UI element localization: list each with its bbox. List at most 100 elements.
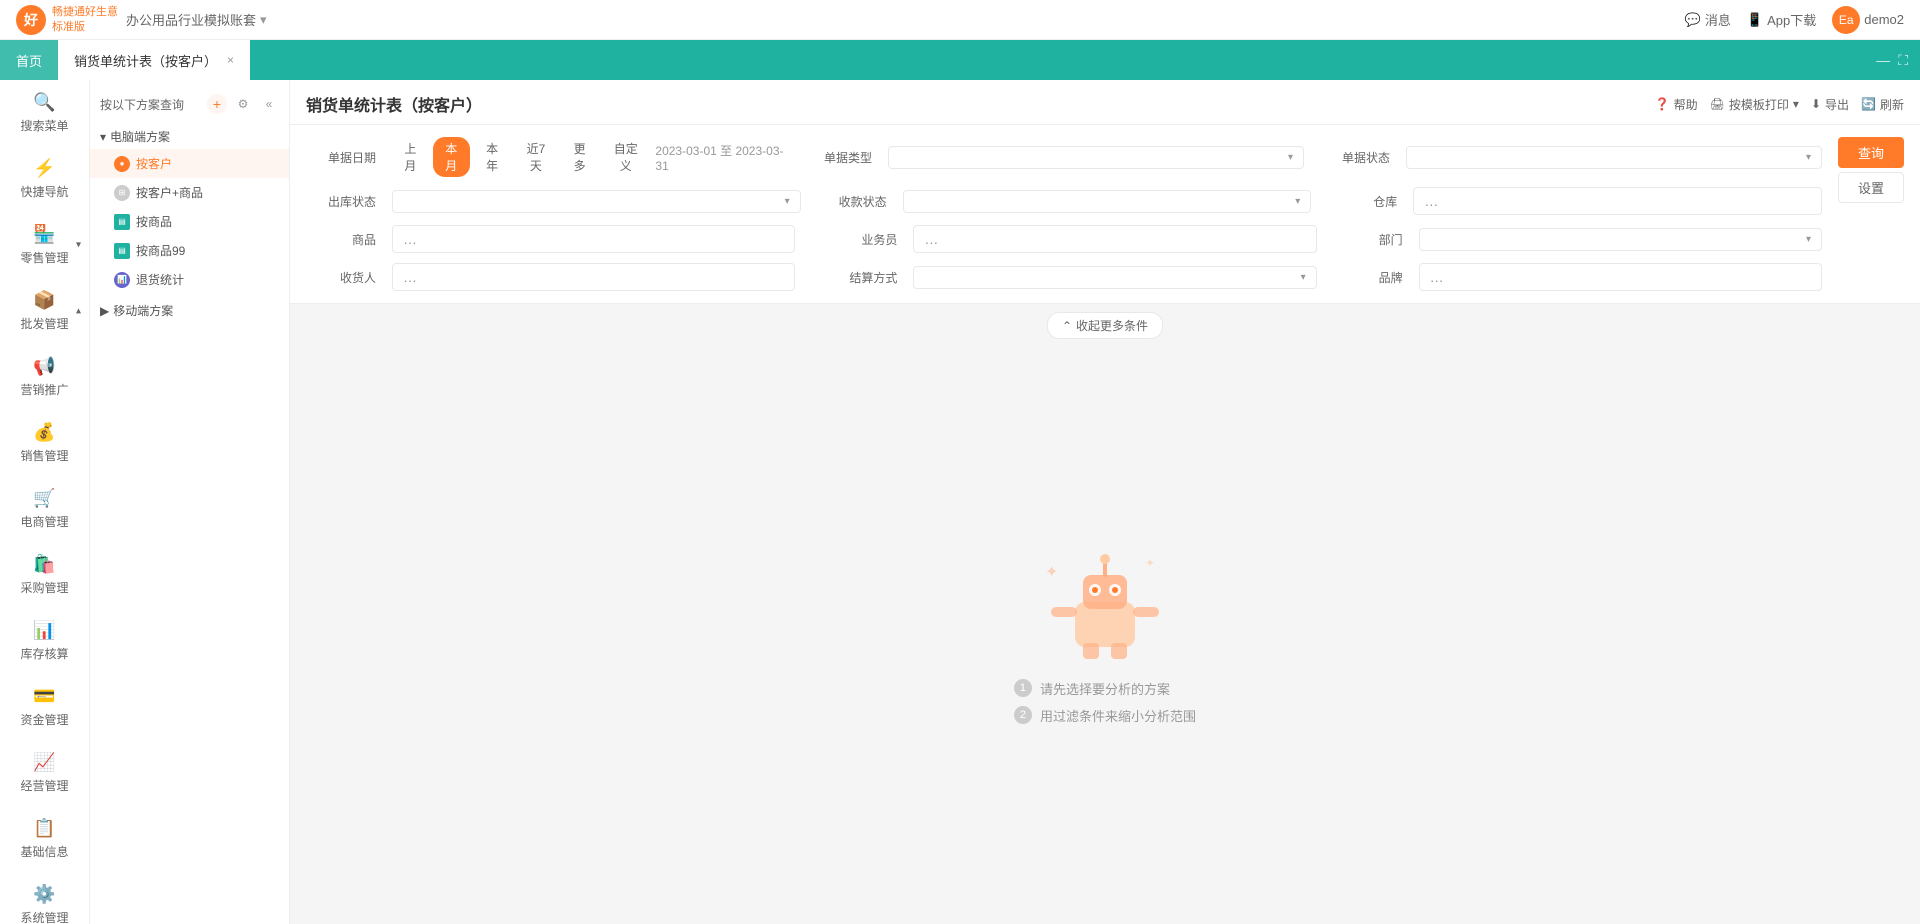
sidebar-item-label: 资金管理 — [20, 711, 68, 728]
message-btn[interactable]: 💬 消息 — [1685, 10, 1731, 29]
tab-window-controls: — ⛶ — [1864, 52, 1920, 69]
chevron-down-icon: ▾ — [1295, 196, 1300, 207]
scheme-item-icon-product99: ▤ — [114, 243, 130, 259]
sidebar-item-marketing[interactable]: 📢 营销推广 — [0, 344, 89, 410]
scheme-header-title: 按以下方案查询 — [100, 96, 184, 113]
dropdown-arrow-icon[interactable]: ▾ — [260, 12, 267, 28]
refresh-btn[interactable]: 🔄 刷新 — [1861, 96, 1904, 113]
warehouse-label: 仓库 — [1327, 193, 1397, 210]
sidebar-item-label: 基础信息 — [20, 843, 68, 860]
chevron-down-icon: ▾ — [1806, 234, 1811, 245]
empty-hint-1: 1 请先选择要分析的方案 — [1014, 679, 1196, 698]
help-icon: ❓ — [1655, 97, 1670, 111]
inventory-icon: 📊 — [33, 620, 55, 641]
scheme-header: 按以下方案查询 + ⚙ « — [90, 88, 289, 120]
sidebar-item-finance[interactable]: 💳 资金管理 — [0, 674, 89, 740]
export-btn[interactable]: ⬇ 导出 — [1811, 96, 1849, 113]
scheme-collapse-icon[interactable]: « — [259, 94, 279, 114]
empty-hint-2: 2 用过滤条件来缩小分析范围 — [1014, 706, 1196, 725]
filter-row-1: 单据日期 上月 本月 本年 近7天 更多 自定义 20 — [306, 137, 1822, 177]
topbar-left: 好 畅捷通好生意 标准版 办公用品行业模拟账套 ▾ — [16, 5, 267, 35]
robot-svg: ✦ ✦ — [1045, 547, 1165, 667]
consignee-select[interactable]: … — [392, 263, 795, 291]
svg-text:✦: ✦ — [1045, 564, 1058, 581]
scheme-item-by-customer[interactable]: ● 按客户 — [90, 149, 289, 178]
warehouse-select[interactable]: … — [1413, 187, 1822, 215]
scheme-group-pc[interactable]: ▾ 电脑端方案 — [90, 124, 289, 149]
dept-label: 部门 — [1333, 231, 1403, 248]
collapse-button[interactable]: ⌃ 收起更多条件 — [1047, 312, 1163, 339]
user-profile[interactable]: Ea demo2 — [1832, 6, 1904, 34]
scheme-header-icons: + ⚙ « — [207, 94, 279, 114]
svg-text:✦: ✦ — [1145, 556, 1155, 570]
sidebar-item-inventory[interactable]: 📊 库存核算 — [0, 608, 89, 674]
sidebar-item-label: 采购管理 — [20, 579, 68, 596]
tab-close-icon[interactable]: × — [227, 53, 234, 67]
scheme-item-icon-customer: ● — [114, 156, 130, 172]
panel-actions: ❓ 帮助 🖨 按模板打印 ▾ ⬇ 导出 🔄 刷新 — [1655, 96, 1904, 113]
maximize-icon[interactable]: ⛶ — [1898, 52, 1908, 69]
scheme-group-arrow-mobile: ▶ — [100, 304, 109, 318]
sidebar-item-wholesale[interactable]: 📦 批发管理 ▴ — [0, 278, 89, 344]
date-btn-this-year[interactable]: 本年 — [474, 137, 511, 177]
sidebar-item-system[interactable]: ⚙️ 系统管理 — [0, 872, 89, 924]
date-btn-this-month[interactable]: 本月 — [433, 137, 470, 177]
scheme-item-by-product[interactable]: ▤ 按商品 — [90, 207, 289, 236]
scheme-settings-icon[interactable]: ⚙ — [233, 94, 253, 114]
tab-home[interactable]: 首页 — [0, 40, 58, 80]
topbar-right: 💬 消息 📱 App下载 Ea demo2 — [1685, 6, 1904, 34]
receipt-status-select[interactable]: ▾ — [903, 190, 1312, 213]
sidebar-item-basic[interactable]: 📋 基础信息 — [0, 806, 89, 872]
action-buttons: 查询 设置 — [1838, 137, 1904, 203]
empty-illustration: ✦ ✦ — [1045, 547, 1165, 667]
empty-hints: 1 请先选择要分析的方案 2 用过滤条件来缩小分析范围 — [1014, 679, 1196, 725]
sidebar-item-ecommerce[interactable]: 🛒 电商管理 — [0, 476, 89, 542]
out-status-select[interactable]: ▾ — [392, 190, 801, 213]
scheme-add-icon[interactable]: + — [207, 94, 227, 114]
dept-select[interactable]: ▾ — [1419, 228, 1822, 251]
product-label: 商品 — [306, 231, 376, 248]
main-panel: 销货单统计表（按客户） ❓ 帮助 🖨 按模板打印 ▾ ⬇ 导出 — [290, 80, 1920, 924]
tab-sales-stats[interactable]: 销货单统计表（按客户） × — [58, 40, 250, 80]
date-btn-last-month[interactable]: 上月 — [392, 137, 429, 177]
date-btn-custom[interactable]: 自定义 — [602, 137, 649, 177]
help-btn[interactable]: ❓ 帮助 — [1655, 96, 1698, 113]
doc-status-select[interactable]: ▾ — [1406, 146, 1822, 169]
salesperson-select[interactable]: … — [913, 225, 1316, 253]
settings-button[interactable]: 设置 — [1838, 172, 1904, 203]
sidebar-item-retail[interactable]: 🏪 零售管理 ▾ — [0, 212, 89, 278]
sidebar-item-operation[interactable]: 📈 经营管理 — [0, 740, 89, 806]
scheme-group-arrow: ▾ — [100, 130, 106, 144]
scheme-item-return-stats[interactable]: 📊 退货统计 — [90, 265, 289, 294]
avatar: Ea — [1832, 6, 1860, 34]
salesperson-label: 业务员 — [827, 231, 897, 248]
date-btn-7days[interactable]: 近7天 — [515, 137, 558, 177]
scheme-item-icon-cp: ⊞ — [114, 185, 130, 201]
template-print-btn[interactable]: 🖨 按模板打印 ▾ — [1710, 96, 1799, 113]
scheme-group-mobile[interactable]: ▶ 移动端方案 — [90, 298, 289, 323]
page-title: 销货单统计表（按客户） — [306, 92, 482, 116]
sidebar-item-quick-nav[interactable]: ⚡ 快捷导航 — [0, 146, 89, 212]
brand-select[interactable]: … — [1419, 263, 1822, 291]
payment-select[interactable]: ▾ — [913, 266, 1316, 289]
arrow-icon: ▴ — [76, 306, 81, 317]
sidebar-item-label: 经营管理 — [20, 777, 68, 794]
app-download-btn[interactable]: 📱 App下载 — [1747, 10, 1816, 29]
operation-icon: 📈 — [33, 752, 55, 773]
doc-status-label: 单据状态 — [1320, 149, 1390, 166]
scheme-item-by-product-99[interactable]: ▤ 按商品99 — [90, 236, 289, 265]
product-select[interactable]: … — [392, 225, 795, 253]
scheme-item-icon-return: 📊 — [114, 272, 130, 288]
doc-type-select[interactable]: ▾ — [888, 146, 1304, 169]
filter-row-4: 收货人 … 结算方式 ▾ 品牌 … — [306, 263, 1822, 291]
query-button[interactable]: 查询 — [1838, 137, 1904, 168]
scheme-item-by-customer-product[interactable]: ⊞ 按客户+商品 — [90, 178, 289, 207]
message-icon: 💬 — [1685, 12, 1701, 28]
sidebar-item-sales[interactable]: 💰 销售管理 — [0, 410, 89, 476]
doc-type-label: 单据类型 — [802, 149, 872, 166]
minimize-icon[interactable]: — — [1876, 52, 1890, 68]
content-area: 按以下方案查询 + ⚙ « ▾ 电脑端方案 ● 按客户 ⊞ 按客户 — [90, 80, 1920, 924]
sidebar-item-search[interactable]: 🔍 搜索菜单 — [0, 80, 89, 146]
sidebar-item-purchase[interactable]: 🛍️ 采购管理 — [0, 542, 89, 608]
date-btn-more[interactable]: 更多 — [561, 137, 598, 177]
